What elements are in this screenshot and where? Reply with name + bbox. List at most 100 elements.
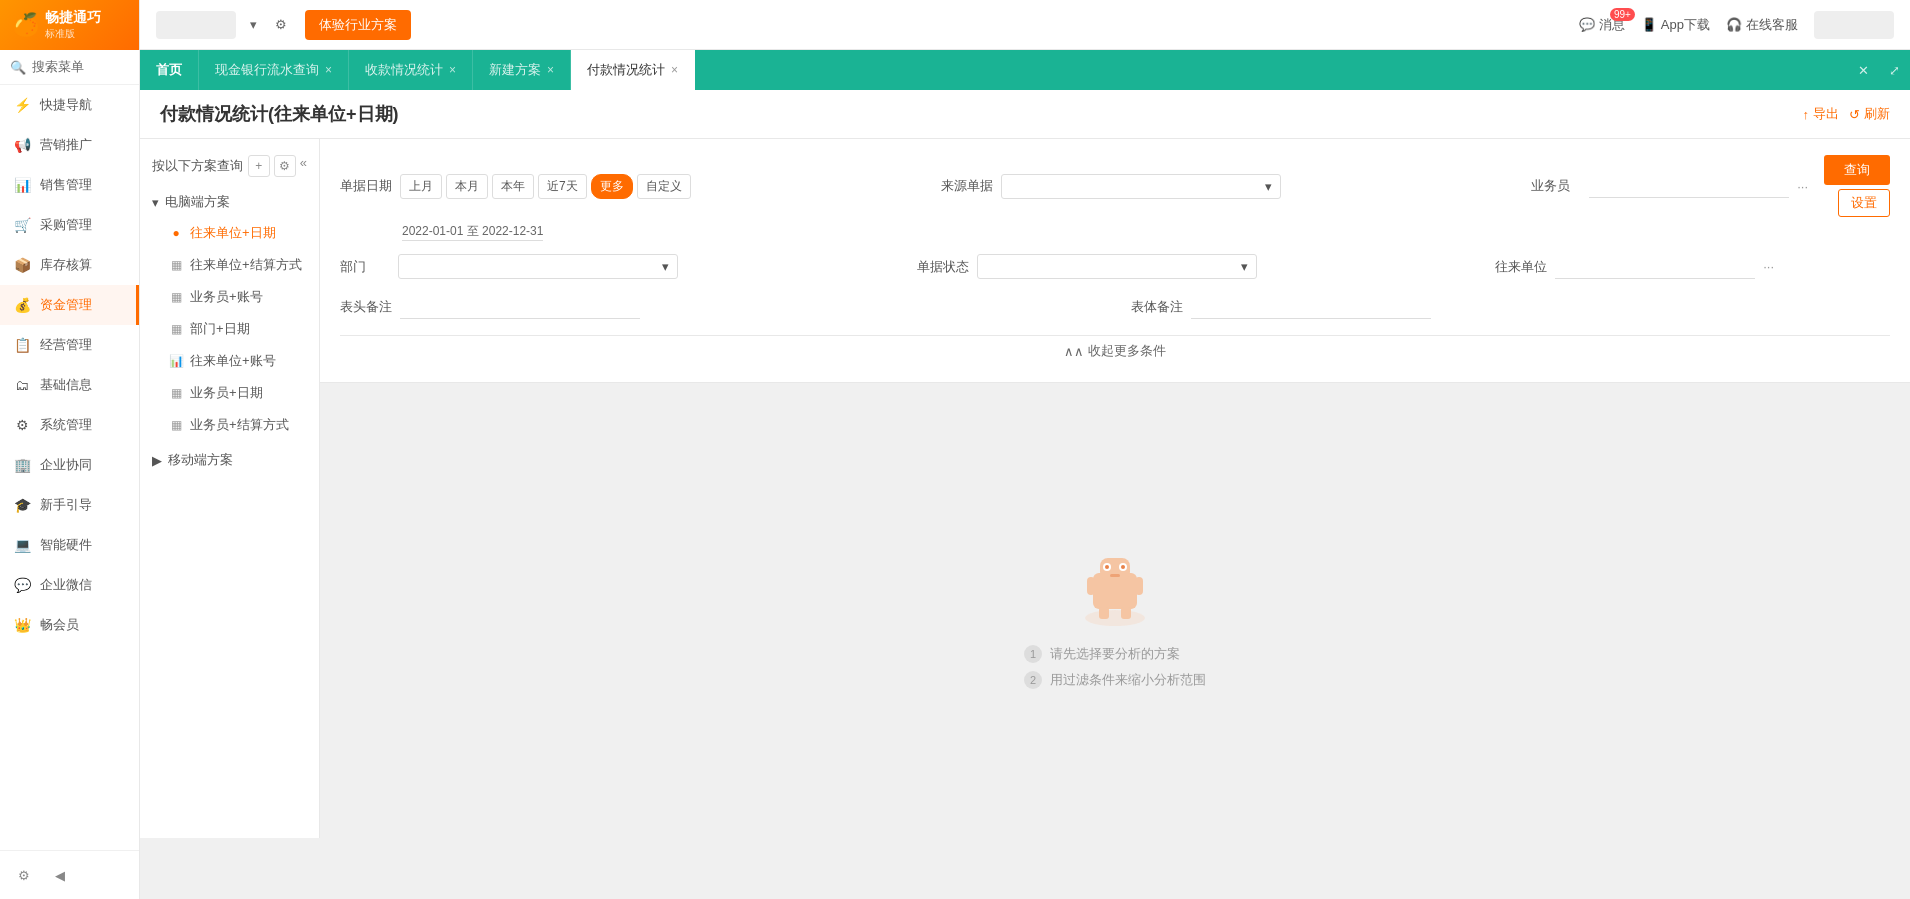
sidebar-item-finance[interactable]: 💰 资金管理 bbox=[0, 285, 139, 325]
sidebar-item-label: 营销推广 bbox=[40, 136, 92, 154]
scheme-item-sales-date[interactable]: ▦ 业务员+日期 bbox=[140, 377, 319, 409]
sidebar-item-label: 企业微信 bbox=[40, 576, 92, 594]
source-field: 来源单据 ▾ bbox=[941, 174, 1281, 199]
scheme-item-icon: ▦ bbox=[168, 321, 184, 337]
online-service-btn[interactable]: 🎧 在线客服 bbox=[1726, 16, 1798, 34]
sidebar-item-label: 库存核算 bbox=[40, 256, 92, 274]
sales-input[interactable] bbox=[1589, 174, 1789, 198]
dept-dropdown-icon: ▾ bbox=[662, 259, 669, 274]
scheme-settings-btn[interactable]: ⚙ bbox=[274, 155, 296, 177]
date-field: 单据日期 上月 本月 本年 近7天 更多 自定义 bbox=[340, 174, 691, 199]
notification-btn[interactable]: 💬 消息 99+ bbox=[1579, 16, 1625, 34]
scheme-item-sales-payment[interactable]: ▦ 业务员+结算方式 bbox=[140, 409, 319, 441]
scheme-item-icon: ▦ bbox=[168, 257, 184, 273]
smart-hw-icon: 💻 bbox=[12, 535, 32, 555]
scheme-item-unit-account[interactable]: 📊 往来单位+账号 bbox=[140, 345, 319, 377]
sidebar-item-basic-info[interactable]: 🗂 基础信息 bbox=[0, 365, 139, 405]
source-select[interactable]: ▾ bbox=[1001, 174, 1281, 199]
sidebar-item-smart-hw[interactable]: 💻 智能硬件 bbox=[0, 525, 139, 565]
partner-more-icon[interactable]: ··· bbox=[1763, 259, 1774, 274]
company-dropdown-icon[interactable]: ▾ bbox=[250, 17, 257, 32]
pc-scheme-group: ▾ 电脑端方案 ● 往来单位+日期 ▦ 往来单位+结算方式 ▦ 业务员+账号 bbox=[140, 187, 319, 441]
sidebar-item-label: 企业协同 bbox=[40, 456, 92, 474]
app-name: 畅捷通巧 bbox=[45, 9, 101, 27]
purchase-icon: 🛒 bbox=[12, 215, 32, 235]
mobile-scheme-group-title[interactable]: ▶ 移动端方案 bbox=[140, 445, 319, 475]
app-download-btn[interactable]: 📱 App下载 bbox=[1641, 16, 1710, 34]
company-avatar bbox=[156, 11, 236, 39]
pc-scheme-group-title[interactable]: ▾ 电脑端方案 bbox=[140, 187, 319, 217]
tab-expand[interactable]: ⤢ bbox=[1879, 50, 1910, 90]
tab-bank-flow[interactable]: 现金银行流水查询 × bbox=[199, 50, 349, 90]
user-avatar[interactable] bbox=[1814, 11, 1894, 39]
partner-input[interactable] bbox=[1555, 255, 1755, 279]
sidebar-item-marketing[interactable]: 📢 营销推广 bbox=[0, 125, 139, 165]
doc-status-select[interactable]: ▾ bbox=[977, 254, 1257, 279]
dept-label: 部门 bbox=[340, 258, 390, 276]
sidebar-item-inventory[interactable]: 📦 库存核算 bbox=[0, 245, 139, 285]
query-row-2: 部门 ▾ 单据状态 ▾ bbox=[340, 254, 1890, 279]
date-option-more[interactable]: 更多 bbox=[591, 174, 633, 199]
svg-rect-10 bbox=[1099, 607, 1109, 619]
sidebar-item-wechat[interactable]: 💬 企业微信 bbox=[0, 565, 139, 605]
date-option-custom[interactable]: 自定义 bbox=[637, 174, 691, 199]
query-settings-btn[interactable]: 设置 bbox=[1838, 189, 1890, 217]
scheme-item-sales-account[interactable]: ▦ 业务员+账号 bbox=[140, 281, 319, 313]
tab-bank-flow-close[interactable]: × bbox=[325, 63, 332, 77]
header-notes-input[interactable] bbox=[400, 295, 640, 319]
system-icon: ⚙ bbox=[12, 415, 32, 435]
sidebar-item-enterprise[interactable]: 🏢 企业协同 bbox=[0, 445, 139, 485]
scheme-add-btn[interactable]: + bbox=[248, 155, 270, 177]
search-menu[interactable]: 🔍 搜索菜单 bbox=[0, 50, 139, 85]
tab-new-scheme[interactable]: 新建方案 × bbox=[473, 50, 571, 90]
sidebar-item-membership[interactable]: 👑 畅会员 bbox=[0, 605, 139, 645]
header-notes-label: 表头备注 bbox=[340, 298, 392, 316]
date-option-7days[interactable]: 近7天 bbox=[538, 174, 587, 199]
doc-status-label: 单据状态 bbox=[917, 258, 969, 276]
header-settings-btn[interactable]: ⚙ bbox=[267, 11, 295, 39]
date-option-last-month[interactable]: 上月 bbox=[400, 174, 442, 199]
tab-payment-stats-close[interactable]: × bbox=[671, 63, 678, 77]
tab-payment-stats[interactable]: 付款情况统计 × bbox=[571, 50, 695, 90]
tab-close-all[interactable]: ✕ bbox=[1848, 50, 1879, 90]
app-download-label: App下载 bbox=[1661, 16, 1710, 34]
trial-btn[interactable]: 体验行业方案 bbox=[305, 10, 411, 40]
tip-text-2: 用过滤条件来缩小分析范围 bbox=[1050, 671, 1206, 689]
dept-select[interactable]: ▾ bbox=[398, 254, 678, 279]
tab-receipt-stats-close[interactable]: × bbox=[449, 63, 456, 77]
sidebar-item-quick-nav[interactable]: ⚡ 快捷导航 bbox=[0, 85, 139, 125]
scheme-item-icon: ▦ bbox=[168, 289, 184, 305]
scheme-collapse-btn[interactable]: « bbox=[300, 155, 307, 177]
sidebar-item-label: 采购管理 bbox=[40, 216, 92, 234]
tab-receipt-stats[interactable]: 收款情况统计 × bbox=[349, 50, 473, 90]
tip-text-1: 请先选择要分析的方案 bbox=[1050, 645, 1180, 663]
sidebar-item-sales[interactable]: 📊 销售管理 bbox=[0, 165, 139, 205]
scheme-item-label: 往来单位+日期 bbox=[190, 224, 276, 242]
body-notes-input[interactable] bbox=[1191, 295, 1431, 319]
empty-state-illustration bbox=[1065, 533, 1165, 633]
sidebar-item-operations[interactable]: 📋 经营管理 bbox=[0, 325, 139, 365]
export-btn[interactable]: ↑ 导出 bbox=[1803, 105, 1840, 123]
sidebar-item-guide[interactable]: 🎓 新手引导 bbox=[0, 485, 139, 525]
operations-icon: 📋 bbox=[12, 335, 32, 355]
scheme-item-unit-date[interactable]: ● 往来单位+日期 bbox=[140, 217, 319, 249]
sidebar-settings-btn[interactable]: ⚙ bbox=[10, 861, 38, 889]
query-panel: 单据日期 上月 本月 本年 近7天 更多 自定义 bbox=[320, 139, 1910, 382]
tab-new-scheme-close[interactable]: × bbox=[547, 63, 554, 77]
sidebar-collapse-btn[interactable]: ◀ bbox=[46, 861, 74, 889]
date-option-this-year[interactable]: 本年 bbox=[492, 174, 534, 199]
collapse-more-btn[interactable]: ∧∧ 收起更多条件 bbox=[340, 335, 1890, 366]
sales-field: 业务员 ··· bbox=[1531, 174, 1808, 198]
scheme-item-dept-date[interactable]: ▦ 部门+日期 bbox=[140, 313, 319, 345]
query-submit-btn[interactable]: 查询 bbox=[1824, 155, 1890, 185]
tab-home[interactable]: 首页 bbox=[140, 50, 199, 90]
filter-container: 单据日期 上月 本月 本年 近7天 更多 自定义 bbox=[320, 139, 1910, 383]
sidebar-item-purchase[interactable]: 🛒 采购管理 bbox=[0, 205, 139, 245]
sidebar-item-system[interactable]: ⚙ 系统管理 bbox=[0, 405, 139, 445]
scheme-item-unit-payment[interactable]: ▦ 往来单位+结算方式 bbox=[140, 249, 319, 281]
app-logo: 🍊 畅捷通巧 标准版 bbox=[0, 0, 139, 50]
date-option-this-month[interactable]: 本月 bbox=[446, 174, 488, 199]
refresh-btn[interactable]: ↺ 刷新 bbox=[1849, 105, 1890, 123]
dept-field: 部门 ▾ bbox=[340, 254, 678, 279]
sales-more-icon[interactable]: ··· bbox=[1797, 179, 1808, 194]
